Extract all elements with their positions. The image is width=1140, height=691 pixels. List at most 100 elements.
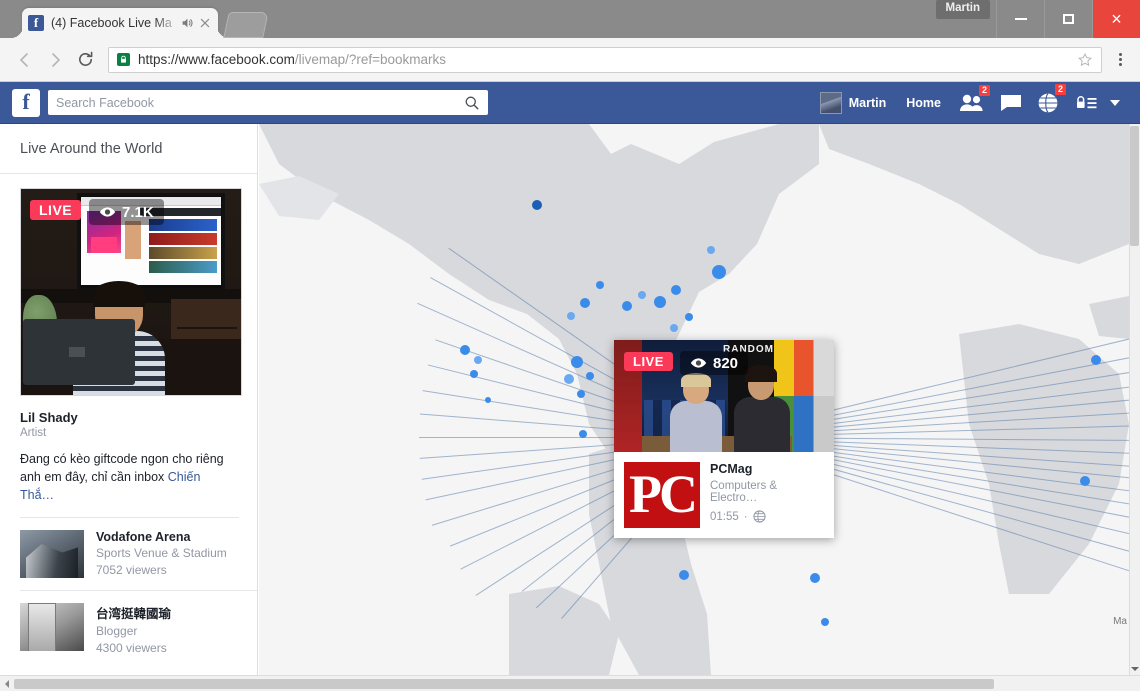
- new-tab-button[interactable]: [223, 12, 269, 38]
- forward-arrow-icon: [52, 52, 61, 67]
- map-live-node[interactable]: [707, 246, 715, 254]
- featured-thumbnail[interactable]: LIVE 7.1K: [20, 188, 242, 396]
- featured-name: Lil Shady: [20, 410, 78, 425]
- friend-requests-button[interactable]: 2: [952, 83, 992, 113]
- avatar: [819, 91, 842, 114]
- description-line-1: Đang có kèo giftcode ngon cho riêng: [20, 452, 224, 466]
- map-live-node[interactable]: [564, 374, 574, 384]
- map-live-node[interactable]: [654, 296, 666, 308]
- notifications-button[interactable]: 2: [1030, 82, 1068, 114]
- url-origin: https://www.facebook.com: [138, 52, 295, 67]
- list-item-category: Sports Venue & Stadium: [96, 546, 227, 560]
- kebab-dot: [1118, 63, 1122, 66]
- close-window-button[interactable]: ×: [1092, 0, 1140, 38]
- map-live-node[interactable]: [567, 312, 575, 320]
- star-icon[interactable]: [1077, 52, 1093, 68]
- viewer-count: 7.1K: [122, 203, 154, 221]
- map-live-node[interactable]: [460, 345, 470, 355]
- forward-button[interactable]: [40, 45, 70, 75]
- scroll-left-arrow-icon[interactable]: [0, 676, 14, 691]
- back-button[interactable]: [10, 45, 40, 75]
- chevron-down-icon[interactable]: [1110, 99, 1120, 106]
- live-video-popup[interactable]: RANDOM LIVE 820 PC PCMag Computers & Ele…: [614, 340, 834, 538]
- messages-icon: [1001, 94, 1021, 111]
- map-live-node[interactable]: [670, 324, 678, 332]
- map-live-node[interactable]: [712, 265, 726, 279]
- eye-icon: [99, 207, 116, 217]
- speaker-icon[interactable]: [180, 16, 194, 30]
- facebook-logo[interactable]: f: [12, 88, 40, 117]
- list-item-thumbnail: [20, 603, 84, 651]
- pcmag-logo: PC: [624, 462, 700, 528]
- list-item-category: Blogger: [96, 624, 138, 638]
- map-live-node[interactable]: [470, 370, 478, 378]
- list-item-info: 台湾挺韓國瑜 Blogger 4300 viewers: [96, 603, 171, 655]
- address-bar-url: https://www.facebook.com/livemap/?ref=bo…: [138, 52, 1077, 67]
- viewer-count-pill: 7.1K: [89, 199, 164, 225]
- map-live-node[interactable]: [1080, 476, 1090, 486]
- map-live-node[interactable]: [474, 356, 482, 364]
- popup-live-badge: LIVE: [624, 352, 673, 371]
- home-link[interactable]: Home: [895, 96, 952, 110]
- featured-category: Artist: [20, 427, 47, 439]
- tab-close-icon[interactable]: [198, 16, 212, 30]
- popup-page-name[interactable]: PCMag: [710, 462, 824, 476]
- reload-button[interactable]: [70, 45, 100, 75]
- map-live-node[interactable]: [810, 573, 820, 583]
- main-content: Live Around the World LIVE 7.1K Lil Shad…: [0, 124, 1140, 675]
- map-live-node[interactable]: [586, 372, 594, 380]
- maximize-button[interactable]: [1044, 0, 1092, 38]
- browser-menu-button[interactable]: [1110, 47, 1130, 73]
- map-live-node[interactable]: [671, 285, 681, 295]
- sidebar-title: Live Around the World: [0, 124, 257, 174]
- list-item[interactable]: Vodafone Arena Sports Venue & Stadium 70…: [0, 518, 257, 590]
- vertical-scroll-thumb[interactable]: [1130, 126, 1139, 246]
- map-live-node[interactable]: [622, 301, 632, 311]
- live-sidebar: Live Around the World LIVE 7.1K Lil Shad…: [0, 124, 258, 675]
- map-live-node[interactable]: [596, 281, 604, 289]
- minimize-button[interactable]: [996, 0, 1044, 38]
- minimize-icon: [1014, 18, 1027, 20]
- popup-duration: 01:55: [710, 510, 739, 523]
- description-line-2: anh em đây, chỉ cần inbox: [20, 470, 168, 484]
- profile-link[interactable]: Martin: [811, 91, 896, 114]
- list-item[interactable]: 台湾挺韓國瑜 Blogger 4300 viewers: [0, 591, 257, 667]
- privacy-shortcuts-button[interactable]: [1068, 94, 1106, 112]
- map-live-node[interactable]: [577, 390, 585, 398]
- popup-video-thumbnail[interactable]: RANDOM LIVE 820: [614, 340, 834, 452]
- map-live-node[interactable]: [685, 313, 693, 321]
- maximize-icon: [1063, 14, 1074, 24]
- map-live-node[interactable]: [532, 200, 542, 210]
- vertical-scrollbar[interactable]: [1129, 124, 1140, 675]
- map-live-node[interactable]: [571, 356, 583, 368]
- privacy-shortcuts-icon: [1077, 95, 1097, 108]
- kebab-dot: [1118, 58, 1122, 61]
- horizontal-scrollbar[interactable]: [0, 675, 1140, 691]
- map-live-node[interactable]: [821, 618, 829, 626]
- facebook-header: f Search Facebook Martin Home 2 2: [0, 82, 1140, 124]
- back-arrow-icon: [19, 52, 28, 67]
- map-live-node[interactable]: [579, 430, 587, 438]
- messages-button[interactable]: [992, 93, 1030, 113]
- window-controls: ×: [996, 0, 1140, 38]
- scroll-down-arrow-icon[interactable]: [1129, 662, 1140, 675]
- featured-live-card[interactable]: LIVE 7.1K Lil Shady Artist Đang có kèo g…: [0, 174, 257, 518]
- search-input[interactable]: Search Facebook: [48, 90, 488, 115]
- list-item-info: Vodafone Arena Sports Venue & Stadium 70…: [96, 530, 227, 578]
- live-badge: LIVE: [30, 200, 82, 220]
- map-live-node[interactable]: [580, 298, 590, 308]
- profile-chip[interactable]: Martin: [935, 0, 990, 19]
- horizontal-scroll-thumb[interactable]: [14, 679, 994, 689]
- address-bar[interactable]: https://www.facebook.com/livemap/?ref=bo…: [108, 46, 1102, 73]
- browser-tab[interactable]: f (4) Facebook Live Ma: [11, 8, 229, 38]
- list-item-thumbnail: [20, 530, 84, 578]
- video-person-right: [734, 365, 790, 452]
- map-live-node[interactable]: [1091, 355, 1101, 365]
- map-live-node[interactable]: [638, 291, 646, 299]
- search-icon[interactable]: [464, 95, 480, 111]
- list-item-name: Vodafone Arena: [96, 530, 191, 544]
- notifications-badge: 2: [1054, 82, 1067, 96]
- map-live-node[interactable]: [679, 570, 689, 580]
- map-live-node[interactable]: [485, 397, 491, 403]
- live-map[interactable]: RANDOM LIVE 820 PC PCMag Computers & Ele…: [259, 124, 1129, 675]
